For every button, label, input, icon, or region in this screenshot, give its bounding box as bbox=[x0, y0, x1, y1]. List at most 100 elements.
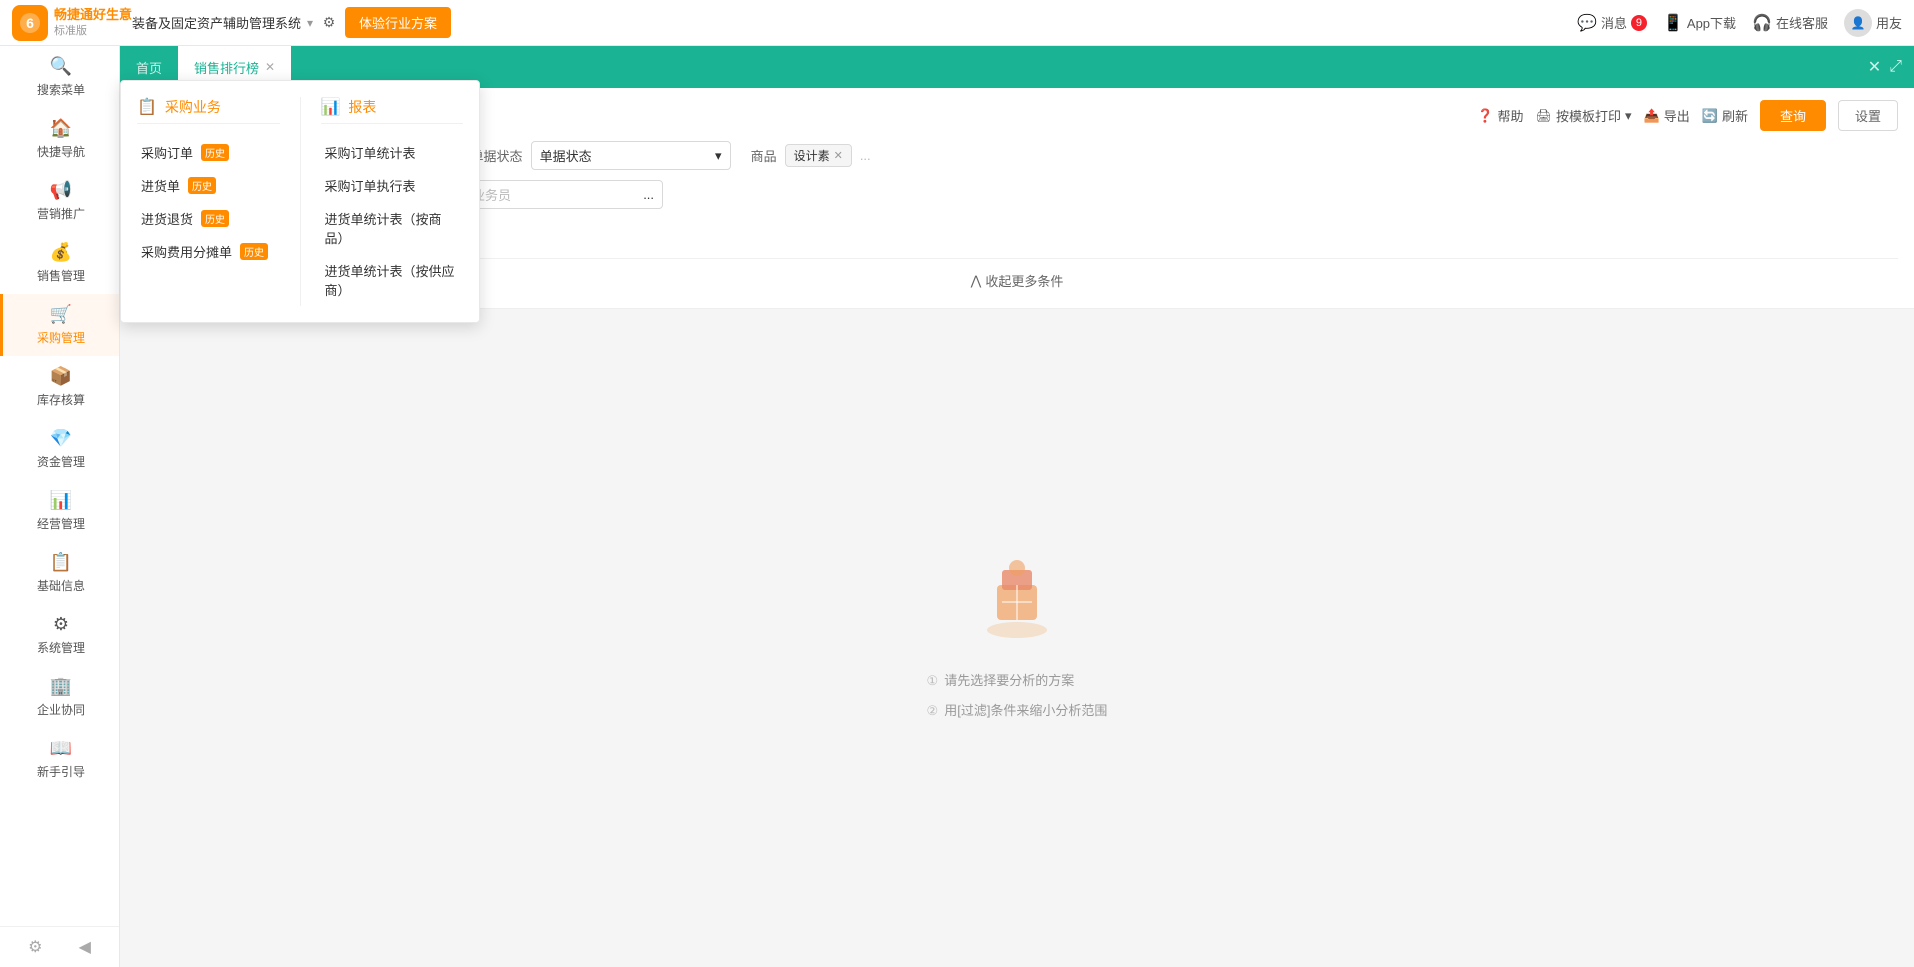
sidebar-item-inventory[interactable]: 📦 库存核算 bbox=[0, 356, 119, 418]
export-icon: 📤 bbox=[1644, 108, 1660, 124]
system-name: 装备及固定资产辅助管理系统 bbox=[132, 13, 301, 32]
logo-icon: 6 bbox=[12, 5, 48, 41]
history-badge-2: 历史 bbox=[201, 210, 229, 227]
sidebar-settings-btn[interactable]: ⚙ bbox=[28, 937, 42, 957]
avatar-letter: 👤 bbox=[1851, 16, 1866, 30]
marketing-icon: 📢 bbox=[50, 180, 72, 201]
collapse-up-icon: ⋀ bbox=[971, 273, 982, 289]
sidebar-item-enterprise[interactable]: 🏢 企业协同 bbox=[0, 666, 119, 728]
industry-btn[interactable]: 体验行业方案 bbox=[345, 7, 451, 38]
sidebar-item-system[interactable]: ⚙ 系统管理 bbox=[0, 604, 119, 666]
tab-bar-right: ✕ ⤢ bbox=[1868, 57, 1914, 77]
dropdown-col-purchase-title: 📋 采购业务 bbox=[137, 97, 280, 124]
history-badge-0: 历史 bbox=[201, 144, 229, 161]
dropdown-item-report-inbound-by-supplier[interactable]: 进货单统计表（按供应商） bbox=[321, 254, 464, 306]
online-service-btn[interactable]: 🎧 在线客服 bbox=[1752, 13, 1828, 33]
print-icon: 🖨 bbox=[1536, 108, 1553, 124]
help-icon: ❓ bbox=[1477, 108, 1493, 124]
messages-btn[interactable]: 💬 消息 9 bbox=[1577, 13, 1647, 33]
report-col-icon: 📊 bbox=[321, 97, 341, 117]
sidebar: 🔍 搜索菜单 🏠 快捷导航 📢 营销推广 💰 销售管理 🛒 采购管理 📦 库存核… bbox=[0, 46, 120, 967]
print-dropdown-icon: ▾ bbox=[1625, 108, 1632, 124]
sidebar-item-capital[interactable]: 💎 资金管理 bbox=[0, 418, 119, 480]
empty-icon bbox=[967, 550, 1067, 650]
app-download-btn[interactable]: 📱 App下载 bbox=[1663, 13, 1736, 33]
empty-tips: 请先选择要分析的方案 用[过滤]条件来缩小分析范围 bbox=[927, 666, 1108, 726]
empty-state: 请先选择要分析的方案 用[过滤]条件来缩小分析范围 bbox=[120, 309, 1914, 967]
export-btn[interactable]: 📤 导出 bbox=[1644, 106, 1690, 125]
operations-icon: 📊 bbox=[50, 490, 72, 511]
query-btn[interactable]: 查询 bbox=[1760, 100, 1826, 131]
sidebar-item-basicinfo[interactable]: 📋 基础信息 bbox=[0, 542, 119, 604]
logo-text: 畅捷通好生意 标准版 bbox=[54, 7, 132, 38]
goods-label: 商品 bbox=[751, 146, 777, 165]
capital-icon: 💎 bbox=[50, 428, 72, 449]
filter-goods: 商品 设计素 ✕ ... bbox=[751, 144, 871, 167]
sidebar-item-search[interactable]: 🔍 搜索菜单 bbox=[0, 46, 119, 108]
enterprise-icon: 🏢 bbox=[50, 676, 72, 697]
phone-icon: 📱 bbox=[1663, 13, 1683, 33]
purchase-icon: 🛒 bbox=[50, 304, 72, 325]
system-icon: ⚙ bbox=[53, 614, 69, 635]
refresh-icon: 🔄 bbox=[1702, 108, 1718, 124]
history-badge-3: 历史 bbox=[240, 243, 268, 260]
sidebar-item-quicknav[interactable]: 🏠 快捷导航 bbox=[0, 108, 119, 170]
filter-doc-status: 单据状态 单据状态 ▾ bbox=[471, 141, 731, 170]
sidebar-item-sales[interactable]: 💰 销售管理 bbox=[0, 232, 119, 294]
dropdown-item-report-order-stat[interactable]: 采购订单统计表 bbox=[321, 136, 464, 169]
svg-text:6: 6 bbox=[26, 15, 34, 31]
user-avatar: 👤 bbox=[1844, 9, 1872, 37]
dropdown-item-report-order-exec[interactable]: 采购订单执行表 bbox=[321, 169, 464, 202]
basicinfo-icon: 📋 bbox=[50, 552, 72, 573]
purchase-dropdown-menu: 📋 采购业务 采购订单 历史 进货单 历史 进货退货 历史 采购费用分摊单 历史… bbox=[120, 80, 480, 323]
sidebar-item-purchase[interactable]: 🛒 采购管理 bbox=[0, 294, 119, 356]
dropdown-col-purchase: 📋 采购业务 采购订单 历史 进货单 历史 进货退货 历史 采购费用分摊单 历史 bbox=[137, 97, 280, 306]
system-info: 装备及固定资产辅助管理系统 ▾ ⚙ 体验行业方案 bbox=[132, 7, 1577, 38]
sidebar-item-newbie[interactable]: 📖 新手引导 bbox=[0, 728, 119, 790]
user-menu-btn[interactable]: 👤 用友 bbox=[1844, 9, 1902, 37]
history-badge-1: 历史 bbox=[188, 177, 216, 194]
dropdown-col-report-title: 📊 报表 bbox=[321, 97, 464, 124]
dropdown-divider bbox=[300, 97, 301, 306]
sidebar-item-marketing[interactable]: 📢 营销推广 bbox=[0, 170, 119, 232]
goods-tag: 设计素 ✕ bbox=[785, 144, 852, 167]
dropdown-item-purchase-order[interactable]: 采购订单 历史 bbox=[137, 136, 280, 169]
select-dropdown-icon: ▾ bbox=[715, 148, 722, 164]
tab-close-all-icon[interactable]: ✕ bbox=[1868, 57, 1881, 77]
sales-icon: 💰 bbox=[50, 242, 72, 263]
goods-tag-close[interactable]: ✕ bbox=[834, 149, 843, 162]
inventory-icon: 📦 bbox=[50, 366, 72, 387]
home-icon: 🏠 bbox=[50, 118, 72, 139]
collapse-btn[interactable]: ⋀ 收起更多条件 bbox=[965, 265, 1070, 296]
salesperson-ellipsis: ... bbox=[643, 187, 654, 202]
goods-ellipsis[interactable]: ... bbox=[860, 148, 871, 163]
print-btn[interactable]: 🖨 按模板打印 ▾ bbox=[1536, 106, 1632, 125]
refresh-btn[interactable]: 🔄 刷新 bbox=[1702, 106, 1748, 125]
dropdown-col-report: 📊 报表 采购订单统计表 采购订单执行表 进货单统计表（按商品） 进货单统计表（… bbox=[321, 97, 464, 306]
sidebar-bottom: ⚙ ◀ bbox=[0, 926, 119, 967]
system-settings-icon[interactable]: ⚙ bbox=[319, 13, 339, 33]
system-dropdown-icon[interactable]: ▾ bbox=[307, 16, 313, 30]
tab-close-icon[interactable]: ✕ bbox=[265, 60, 275, 74]
purchase-col-icon: 📋 bbox=[137, 97, 157, 117]
dropdown-item-report-inbound-by-goods[interactable]: 进货单统计表（按商品） bbox=[321, 202, 464, 254]
settings-btn[interactable]: 设置 bbox=[1838, 100, 1898, 131]
message-badge: 9 bbox=[1631, 15, 1647, 31]
dropdown-item-purchase-inbound[interactable]: 进货单 历史 bbox=[137, 169, 280, 202]
logo-area: 6 畅捷通好生意 标准版 bbox=[12, 5, 132, 41]
doc-status-select[interactable]: 单据状态 ▾ bbox=[531, 141, 731, 170]
help-btn[interactable]: ❓ 帮助 bbox=[1477, 106, 1523, 125]
top-nav-bar: 6 畅捷通好生意 标准版 装备及固定资产辅助管理系统 ▾ ⚙ 体验行业方案 💬 … bbox=[0, 0, 1914, 46]
search-icon: 🔍 bbox=[50, 56, 72, 77]
sidebar-item-operations[interactable]: 📊 经营管理 bbox=[0, 480, 119, 542]
headset-icon: 🎧 bbox=[1752, 13, 1772, 33]
message-icon: 💬 bbox=[1577, 13, 1597, 33]
newbie-icon: 📖 bbox=[50, 738, 72, 759]
user-label: 用友 bbox=[1876, 13, 1902, 32]
dropdown-item-purchase-return[interactable]: 进货退货 历史 bbox=[137, 202, 280, 235]
top-nav-right: 💬 消息 9 📱 App下载 🎧 在线客服 👤 用友 bbox=[1577, 9, 1902, 37]
salesperson-select[interactable]: 业务员 ... bbox=[463, 180, 663, 209]
sidebar-collapse-btn[interactable]: ◀ bbox=[79, 937, 91, 957]
dropdown-item-purchase-expense[interactable]: 采购费用分摊单 历史 bbox=[137, 235, 280, 268]
tab-expand-icon[interactable]: ⤢ bbox=[1889, 58, 1902, 76]
